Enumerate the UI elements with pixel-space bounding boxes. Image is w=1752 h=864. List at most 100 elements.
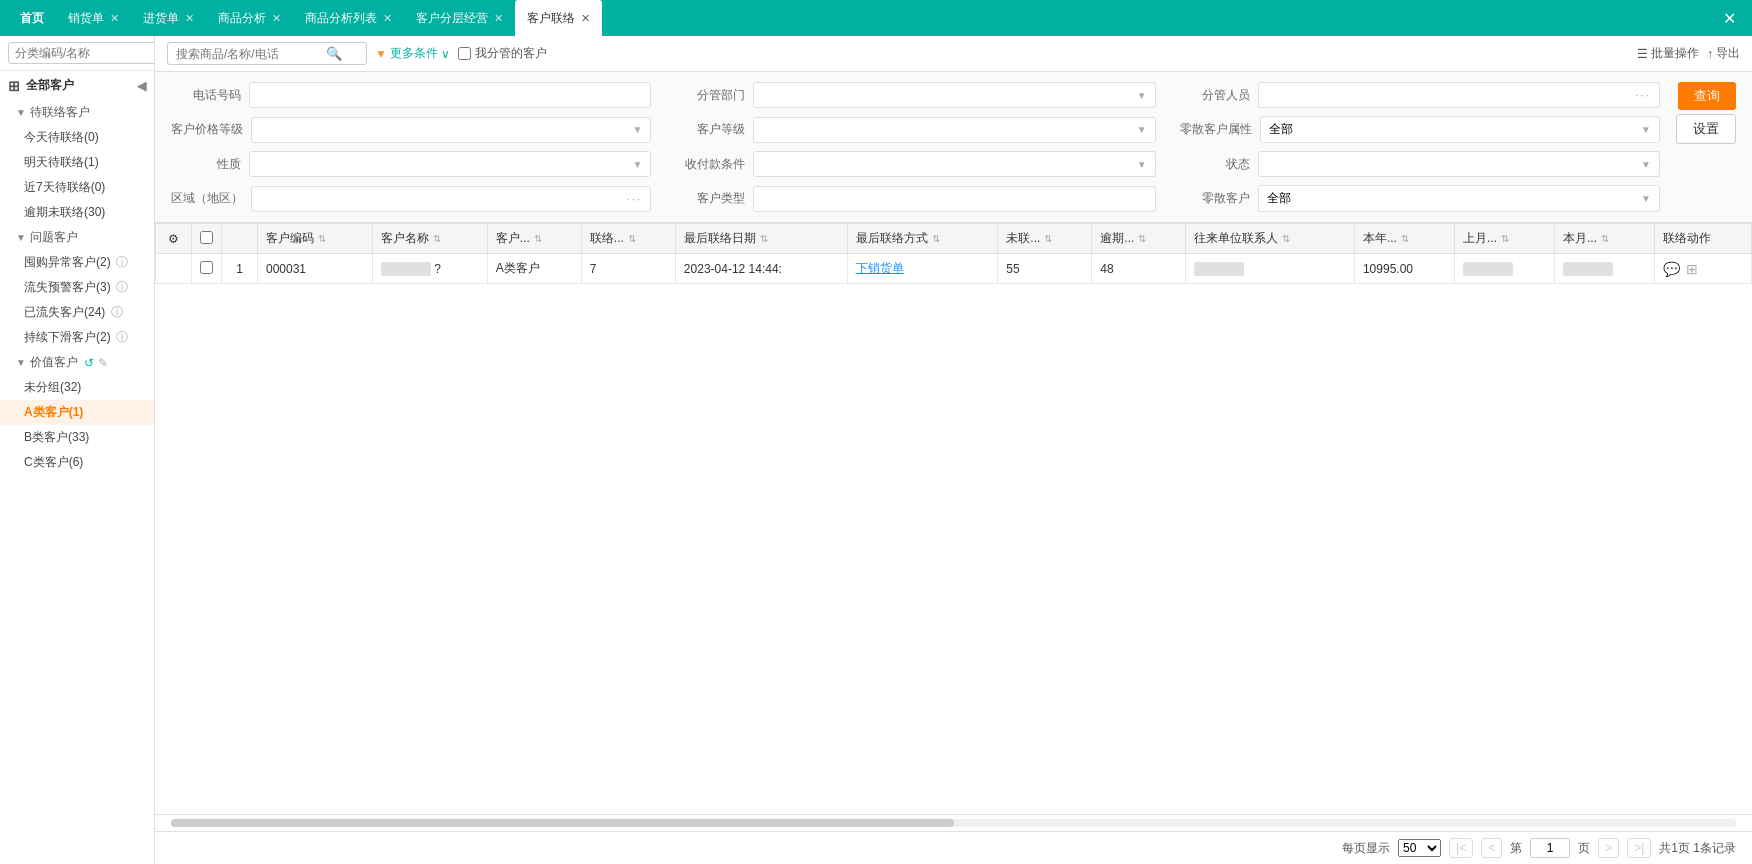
info-icon-1: ⓘ	[116, 255, 128, 269]
sidebar-item-class-c[interactable]: C类客户(6)	[0, 450, 154, 475]
manager-dots-icon: ···	[1635, 88, 1651, 102]
nav-tab-1[interactable]: 销货单 ✕	[56, 0, 131, 36]
row-no-contact: 55	[998, 254, 1092, 284]
sidebar-search-input[interactable]	[8, 42, 155, 64]
sidebar-group-value[interactable]: ▼ 价值客户 ↺ ✎	[0, 350, 154, 375]
sidebar-item-unclassified[interactable]: 未分组(32)	[0, 375, 154, 400]
grid-action-icon[interactable]: ⊞	[1686, 261, 1698, 277]
batch-op-icon: ☰	[1637, 47, 1648, 61]
payment-dropdown[interactable]: ▼	[753, 151, 1155, 177]
scrollbar-track[interactable]	[171, 819, 1736, 827]
row-last-date-value: 2023-04-12 14:44:	[684, 262, 782, 276]
region-input[interactable]: ···	[251, 186, 651, 212]
nav-tab-4[interactable]: 商品分析列表 ✕	[293, 0, 404, 36]
customer-grade-dropdown[interactable]: ▼	[753, 117, 1155, 143]
sidebar-item-class-b[interactable]: B类客户(33)	[0, 425, 154, 450]
nature-dropdown[interactable]: ▼	[249, 151, 651, 177]
tab-close-2[interactable]: ✕	[185, 12, 194, 25]
sort-no-contact-icon[interactable]: ⇅	[1044, 233, 1052, 244]
manager-input[interactable]: ···	[1258, 82, 1660, 108]
sidebar-item-abnormal[interactable]: 囤购异常客户(2) ⓘ	[0, 250, 154, 275]
per-page-select[interactable]: 50 100 200	[1398, 839, 1441, 857]
tab-close-4[interactable]: ✕	[383, 12, 392, 25]
sidebar-item-overdue[interactable]: 逾期未联络(30)	[0, 200, 154, 225]
sort-last-method-icon[interactable]: ⇅	[932, 233, 940, 244]
prev-page-btn[interactable]: <	[1481, 838, 1502, 858]
sort-last-month-icon[interactable]: ⇅	[1501, 233, 1509, 244]
scrollbar-thumb[interactable]	[171, 819, 954, 827]
retail-attr-dropdown[interactable]: 全部 ▼	[1260, 116, 1660, 143]
tab-close-6[interactable]: ✕	[581, 12, 590, 25]
unclassified-label: 未分组(32)	[24, 380, 81, 394]
th-gear: ⚙	[156, 224, 192, 254]
row-name-suffix: ?	[434, 262, 441, 276]
sort-contact-icon[interactable]: ⇅	[628, 233, 636, 244]
sort-name-icon[interactable]: ⇅	[433, 233, 441, 244]
gear-icon[interactable]: ⚙	[168, 232, 179, 246]
th-code-label: 客户编码	[266, 230, 314, 247]
tab-close-5[interactable]: ✕	[494, 12, 503, 25]
all-customers-header[interactable]: ⊞ 全部客户 ◀	[0, 71, 154, 100]
window-close-icon[interactable]: ✕	[1715, 9, 1744, 28]
status-label: 状态	[1180, 156, 1250, 173]
sidebar-item-tomorrow[interactable]: 明天待联络(1)	[0, 150, 154, 175]
th-contacts-person: 往来单位联系人 ⇅	[1186, 224, 1355, 254]
sort-this-month-icon[interactable]: ⇅	[1601, 233, 1609, 244]
batch-op-btn[interactable]: ☰ 批量操作	[1637, 45, 1699, 62]
sort-this-year-icon[interactable]: ⇅	[1401, 233, 1409, 244]
status-arrow-icon: ▼	[1641, 159, 1651, 170]
first-page-btn[interactable]: |<	[1449, 838, 1473, 858]
tab-label-2: 进货单	[143, 10, 179, 27]
row-checkbox[interactable]	[200, 261, 213, 274]
export-label: 导出	[1716, 45, 1740, 62]
nav-tab-2[interactable]: 进货单 ✕	[131, 0, 206, 36]
row-last-method-value[interactable]: 下销货单	[856, 261, 904, 275]
next-page-btn[interactable]: >	[1598, 838, 1619, 858]
nav-tab-5[interactable]: 客户分层经营 ✕	[404, 0, 515, 36]
row-no-contact-value: 55	[1006, 262, 1019, 276]
last-page-btn[interactable]: >|	[1627, 838, 1651, 858]
dept-dropdown[interactable]: ▼	[753, 82, 1155, 108]
row-last-month	[1455, 254, 1555, 284]
nav-home[interactable]: 首页	[8, 0, 56, 36]
sort-code-icon[interactable]: ⇅	[318, 233, 326, 244]
settings-button[interactable]: 设置	[1676, 114, 1736, 144]
sidebar-item-churned[interactable]: 已流失客户(24) ⓘ	[0, 300, 154, 325]
tab-close-3[interactable]: ✕	[272, 12, 281, 25]
nav-tab-3[interactable]: 商品分析 ✕	[206, 0, 293, 36]
status-dropdown[interactable]: ▼	[1258, 151, 1660, 177]
sidebar-item-class-a[interactable]: A类客户(1)	[0, 400, 154, 425]
sort-overdue-icon[interactable]: ⇅	[1138, 233, 1146, 244]
export-btn[interactable]: ↑ 导出	[1707, 45, 1740, 62]
sidebar-group-pending[interactable]: ▼ 待联络客户	[0, 100, 154, 125]
tab-close-1[interactable]: ✕	[110, 12, 119, 25]
nature-arrow-icon: ▼	[632, 159, 642, 170]
nav-tab-6[interactable]: 客户联络 ✕	[515, 0, 602, 36]
select-all-checkbox[interactable]	[200, 231, 213, 244]
sort-last-date-icon[interactable]: ⇅	[760, 233, 768, 244]
sort-contacts-icon[interactable]: ⇅	[1282, 233, 1290, 244]
price-grade-dropdown[interactable]: ▼	[251, 117, 651, 143]
filter-region: 区域（地区） ···	[171, 186, 651, 212]
retail-cust-dropdown[interactable]: 全部 ▼	[1258, 185, 1660, 212]
phone-input[interactable]	[249, 82, 651, 108]
refresh-icon[interactable]: ↺	[84, 356, 94, 370]
sort-class-icon[interactable]: ⇅	[534, 233, 542, 244]
sidebar-item-today[interactable]: 今天待联络(0)	[0, 125, 154, 150]
edit-icon[interactable]: ✎	[98, 356, 108, 370]
sidebar-item-churn-warning[interactable]: 流失预警客户(3) ⓘ	[0, 275, 154, 300]
chat-icon[interactable]: 💬	[1663, 261, 1680, 277]
sidebar-item-declining[interactable]: 持续下滑客户(2) ⓘ	[0, 325, 154, 350]
filter-search-input[interactable]	[176, 47, 326, 61]
filter-retail-cust: 零散客户 全部 ▼	[1180, 185, 1660, 212]
sidebar-group-problems[interactable]: ▼ 问题客户	[0, 225, 154, 250]
query-button[interactable]: 查询	[1678, 82, 1736, 110]
filter-search-icon[interactable]: 🔍	[326, 46, 342, 61]
my-customers-checkbox[interactable]: 我分管的客户	[458, 45, 547, 62]
page-input[interactable]	[1530, 838, 1570, 858]
my-customers-check[interactable]	[458, 47, 471, 60]
sidebar-item-7days[interactable]: 近7天待联络(0)	[0, 175, 154, 200]
cust-type-input[interactable]	[753, 186, 1155, 212]
more-filters-btn[interactable]: ▼ 更多条件 ∨	[375, 45, 450, 62]
sidebar-collapse-icon[interactable]: ◀	[137, 79, 146, 93]
